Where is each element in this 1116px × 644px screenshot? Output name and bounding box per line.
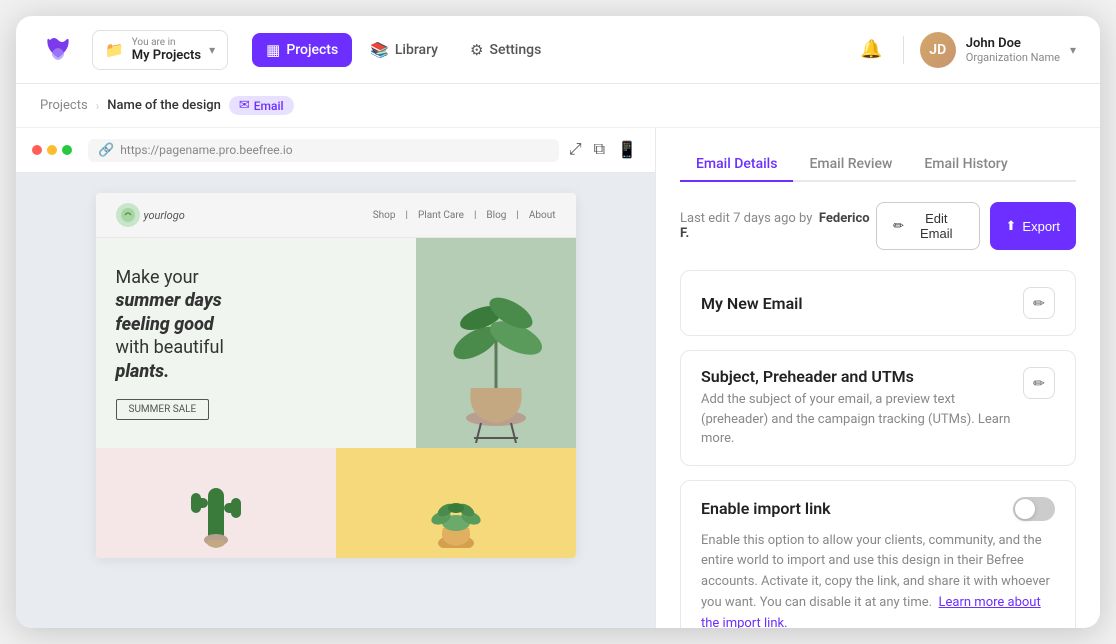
hero-line3: feeling good — [116, 314, 214, 335]
workspace-label: You are in — [132, 37, 201, 48]
main-content: 🔗 https://pagename.pro.beefree.io ⤢ ⧉ 📱 — [16, 128, 1100, 628]
user-name: John Doe — [966, 36, 1060, 51]
email-mockup: yourlogo Shop | Plant Care | Blog | Abou… — [16, 173, 655, 628]
notifications-button[interactable]: 🔔 — [856, 35, 886, 64]
tab-email-history[interactable]: Email History — [908, 148, 1023, 182]
tab-email-details[interactable]: Email Details — [680, 148, 793, 182]
edit-email-button[interactable]: ✏ Edit Email — [876, 202, 979, 250]
nav-settings-label: Settings — [489, 42, 541, 58]
hero-line1: Make your — [116, 267, 199, 288]
email-nav-plantcare: Plant Care — [418, 210, 464, 221]
library-icon: 📚 — [370, 41, 389, 59]
email-badge: ✉ Email — [229, 96, 294, 115]
email-nav-sep1: | — [406, 210, 408, 221]
app-logo — [40, 32, 76, 68]
workspace-name: My Projects — [132, 48, 201, 63]
email-hero-title: Make your summer days feeling good with … — [116, 266, 396, 383]
edit-icon: ✏ — [893, 218, 904, 234]
breadcrumb-separator: › — [96, 99, 100, 113]
export-icon: ⬆ — [1006, 218, 1017, 234]
url-text: https://pagename.pro.beefree.io — [120, 143, 292, 157]
email-hero-image — [416, 238, 576, 448]
link-icon: 🔗 — [98, 143, 114, 158]
email-name-title: My New Email — [701, 294, 802, 313]
email-hero-text: Make your summer days feeling good with … — [96, 238, 416, 448]
email-badge-icon: ✉ — [239, 98, 250, 113]
open-external-button[interactable]: ⤢ — [567, 138, 584, 162]
avatar: JD — [920, 32, 956, 68]
nav-library-label: Library — [395, 42, 438, 58]
copy-button[interactable]: ⧉ — [592, 138, 607, 162]
nav-projects[interactable]: ▦ Projects — [252, 33, 352, 67]
toggle-knob — [1015, 499, 1035, 519]
subject-card-title: Subject, Preheader and UTMs — [701, 367, 1011, 386]
email-nav-shop: Shop — [373, 210, 396, 221]
import-card-header: Enable import link — [701, 497, 1055, 521]
preview-actions: ⤢ ⧉ 📱 — [567, 138, 639, 162]
subject-card: Subject, Preheader and UTMs Add the subj… — [680, 350, 1076, 466]
email-bottom-images — [96, 448, 576, 558]
email-logo: yourlogo — [116, 203, 185, 227]
breadcrumb: Projects › Name of the design ✉ Email — [16, 84, 1100, 128]
import-card: Enable import link Enable this option to… — [680, 480, 1076, 629]
email-nav-about: About — [529, 210, 556, 221]
nav-library[interactable]: 📚 Library — [356, 33, 452, 67]
import-card-desc: Enable this option to allow your clients… — [701, 531, 1055, 629]
header: 📁 You are in My Projects ▾ ▦ Projects 📚 … — [16, 16, 1100, 84]
workspace-selector[interactable]: 📁 You are in My Projects ▾ — [92, 30, 228, 70]
right-panel: Email Details Email Review Email History… — [656, 128, 1100, 628]
app-window: 📁 You are in My Projects ▾ ▦ Projects 📚 … — [16, 16, 1100, 628]
email-hero: Make your summer days feeling good with … — [96, 238, 576, 448]
chevron-down-icon: ▾ — [209, 43, 215, 57]
workspace-icon: 📁 — [105, 41, 124, 59]
maximize-dot — [62, 145, 72, 155]
import-toggle[interactable] — [1013, 497, 1055, 521]
subject-card-desc: Add the subject of your email, a preview… — [701, 390, 1011, 449]
breadcrumb-projects[interactable]: Projects — [40, 98, 88, 113]
summer-sale-cta: SUMMER SALE — [116, 399, 210, 420]
email-name-card: My New Email ✏ — [680, 270, 1076, 336]
header-right: 🔔 JD John Doe Organization Name ▾ — [856, 32, 1076, 68]
edit-subject-button[interactable]: ✏ — [1023, 367, 1055, 399]
projects-icon: ▦ — [266, 41, 280, 59]
close-dot — [32, 145, 42, 155]
minimize-dot — [47, 145, 57, 155]
export-button[interactable]: ⬆ Export — [990, 202, 1076, 250]
preview-toolbar: 🔗 https://pagename.pro.beefree.io ⤢ ⧉ 📱 — [16, 128, 655, 173]
nav-settings[interactable]: ⚙ Settings — [456, 33, 555, 67]
email-image-succulent — [336, 448, 576, 558]
import-card-title: Enable import link — [701, 499, 831, 518]
edit-email-name-button[interactable]: ✏ — [1023, 287, 1055, 319]
tabs: Email Details Email Review Email History — [680, 148, 1076, 182]
hero-line5: plants. — [116, 361, 170, 382]
email-logo-icon — [116, 203, 140, 227]
main-nav: ▦ Projects 📚 Library ⚙ Settings — [252, 33, 555, 67]
header-divider — [903, 36, 904, 64]
preview-panel: 🔗 https://pagename.pro.beefree.io ⤢ ⧉ 📱 — [16, 128, 656, 628]
email-logo-text: yourlogo — [144, 209, 185, 222]
email-header: yourlogo Shop | Plant Care | Blog | Abou… — [96, 193, 576, 238]
email-nav-sep3: | — [516, 210, 518, 221]
email-nav: Shop | Plant Care | Blog | About — [373, 210, 556, 221]
user-chevron-icon: ▾ — [1070, 43, 1076, 57]
traffic-lights — [32, 145, 72, 155]
user-menu[interactable]: JD John Doe Organization Name ▾ — [920, 32, 1076, 68]
email-badge-label: Email — [254, 99, 284, 113]
actions-row: Last edit 7 days ago by Federico F. ✏ Ed… — [680, 202, 1076, 250]
email-nav-blog: Blog — [486, 210, 506, 221]
email-image-cactus — [96, 448, 336, 558]
hero-line4: with beautiful — [116, 337, 224, 358]
org-name: Organization Name — [966, 51, 1060, 64]
email-frame: yourlogo Shop | Plant Care | Blog | Abou… — [96, 193, 576, 558]
tab-email-review[interactable]: Email Review — [793, 148, 908, 182]
hero-line2: summer days — [116, 290, 222, 311]
device-toggle-button[interactable]: 📱 — [615, 138, 639, 162]
email-nav-sep2: | — [474, 210, 476, 221]
breadcrumb-design-name: Name of the design — [107, 98, 221, 113]
nav-projects-label: Projects — [286, 42, 338, 58]
url-bar: 🔗 https://pagename.pro.beefree.io — [88, 139, 559, 162]
last-edit-text: Last edit 7 days ago by Federico F. — [680, 211, 876, 241]
settings-nav-icon: ⚙ — [470, 41, 483, 59]
action-buttons: ✏ Edit Email ⬆ Export — [876, 202, 1076, 250]
